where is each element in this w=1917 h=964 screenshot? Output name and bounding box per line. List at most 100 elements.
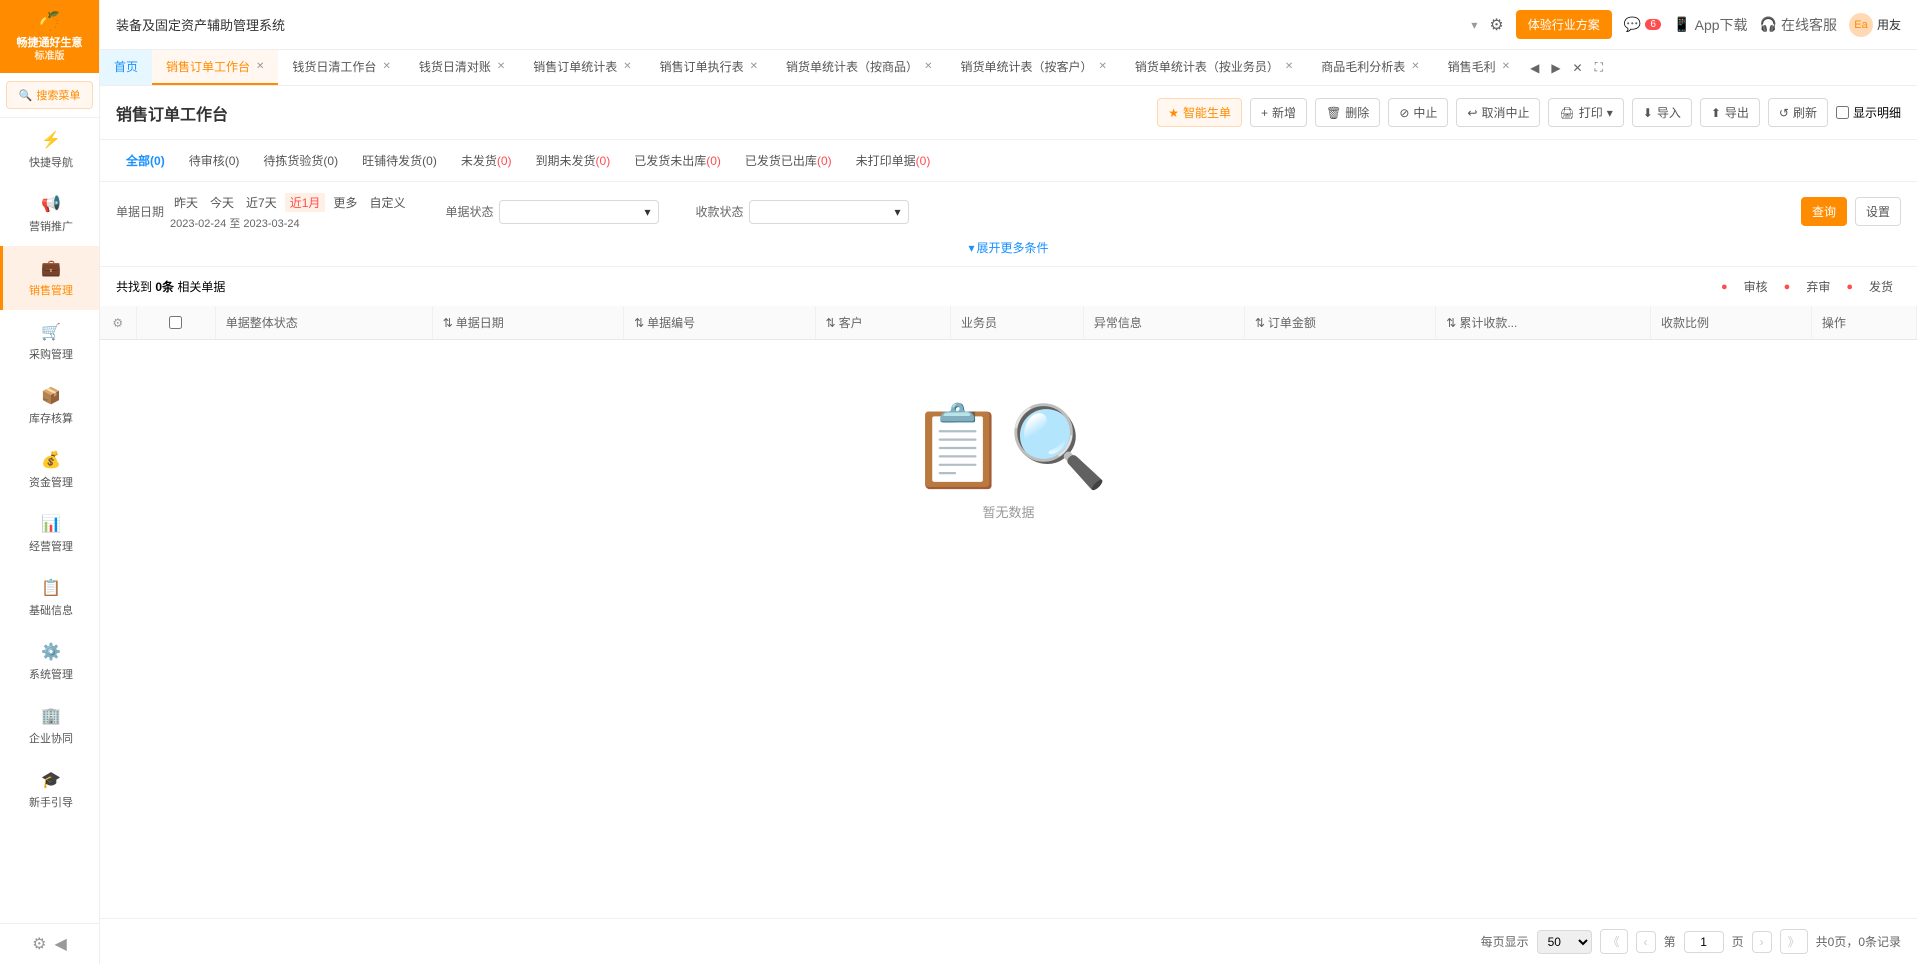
show-detail-checkbox-label[interactable]: 显示明细 xyxy=(1836,104,1901,121)
pause-button[interactable]: ⊘ 中止 xyxy=(1388,98,1448,127)
tab-sales-exec[interactable]: 销售订单执行表 ✕ xyxy=(646,50,772,85)
date-option-today[interactable]: 今天 xyxy=(206,192,238,213)
topbar: 装备及固定资产辅助管理系统 ▾ ⚙ 体验行业方案 💬 6 📱 App下载 🎧 在… xyxy=(100,0,1917,50)
add-button[interactable]: + 新增 xyxy=(1250,98,1307,127)
topbar-settings-icon[interactable]: ⚙ xyxy=(1489,15,1503,35)
page-first-button[interactable]: 《 xyxy=(1600,929,1628,954)
export-button[interactable]: ⬆ 导出 xyxy=(1700,98,1760,127)
sort-date-icon: ⇅ xyxy=(443,316,453,330)
review-action-button[interactable]: 审核 xyxy=(1736,275,1776,298)
filter-tab-shipped-out[interactable]: 已发货已出库(0) xyxy=(735,148,842,173)
filter-tab-wangpu[interactable]: 旺铺待发货(0) xyxy=(352,148,447,173)
status-select[interactable]: ▾ xyxy=(499,200,659,224)
app-download-button[interactable]: 📱 App下载 xyxy=(1673,15,1747,35)
select-all-checkbox[interactable] xyxy=(169,316,182,329)
page-number-input[interactable] xyxy=(1684,931,1724,953)
close-tab-sales-summary-staff[interactable]: ✕ xyxy=(1285,61,1293,72)
tab-sales-summary-customer[interactable]: 销货单统计表（按客户） ✕ xyxy=(946,50,1120,85)
tab-home[interactable]: 首页 xyxy=(100,50,152,85)
sidebar-item-sales[interactable]: 💼 销售管理 xyxy=(0,246,99,310)
delete-button[interactable]: 🗑 删除 xyxy=(1315,98,1380,127)
date-option-more[interactable]: 更多 xyxy=(329,192,361,213)
cancel-review-action-button[interactable]: 弃审 xyxy=(1798,275,1838,298)
industry-solution-button[interactable]: 体验行业方案 xyxy=(1516,10,1612,39)
sort-amount[interactable]: ⇅ 订单金额 xyxy=(1255,314,1425,331)
close-tab-gross-profit[interactable]: ✕ xyxy=(1411,61,1419,72)
search-menu-button[interactable]: 🔍 搜索菜单 xyxy=(6,81,93,109)
tab-nav-prev[interactable]: ◀ xyxy=(1524,57,1545,79)
settings-filter-button[interactable]: 设置 xyxy=(1855,197,1901,226)
close-tab-sales-summary-customer[interactable]: ✕ xyxy=(1098,61,1106,72)
tab-gross-profit[interactable]: 商品毛利分析表 ✕ xyxy=(1307,50,1433,85)
tab-sales-gross[interactable]: 销售毛利 ✕ xyxy=(1434,50,1524,85)
date-option-yesterday[interactable]: 昨天 xyxy=(170,192,202,213)
sidebar-item-purchase[interactable]: 🛒 采购管理 xyxy=(0,310,99,374)
filter-tab-pending-inspect[interactable]: 待拣货验货(0) xyxy=(253,148,348,173)
close-tab-sales-stats[interactable]: ✕ xyxy=(623,61,631,72)
tab-close-all[interactable]: ✕ xyxy=(1567,57,1589,79)
tab-cash-reconcile[interactable]: 钱货日清对账 ✕ xyxy=(405,50,519,85)
filter-tab-shipped-not-out[interactable]: 已发货未出库(0) xyxy=(624,148,731,173)
page-prev-button[interactable]: ‹ xyxy=(1636,931,1656,953)
import-icon: ⬇ xyxy=(1643,106,1653,120)
tab-nav-next[interactable]: ▶ xyxy=(1545,57,1566,79)
cancel-pause-button[interactable]: ↩ 取消中止 xyxy=(1456,98,1540,127)
tab-sales-workbench[interactable]: 销售订单工作台 ✕ xyxy=(152,50,278,85)
expand-conditions-button[interactable]: ▾ 展开更多条件 xyxy=(968,239,1048,256)
sidebar-item-quick-nav[interactable]: ⚡ 快捷导航 xyxy=(0,118,99,182)
close-tab-cash-reconcile[interactable]: ✕ xyxy=(497,61,505,72)
sidebar-item-operations[interactable]: 📊 经营管理 xyxy=(0,502,99,566)
sidebar-item-system[interactable]: ⚙️ 系统管理 xyxy=(0,630,99,694)
col-received: ⇅ 累计收款... xyxy=(1436,306,1651,340)
smart-create-button[interactable]: ★ 智能生单 xyxy=(1157,98,1242,127)
sidebar-item-marketing[interactable]: 📢 营销推广 xyxy=(0,182,99,246)
export-icon: ⬆ xyxy=(1711,106,1721,120)
close-tab-sales-workbench[interactable]: ✕ xyxy=(256,61,264,72)
import-button[interactable]: ⬇ 导入 xyxy=(1632,98,1692,127)
sidebar-logo: 🍊 畅捷通好生意 标准版 xyxy=(0,0,99,73)
tab-sales-summary-staff[interactable]: 销货单统计表（按业务员） ✕ xyxy=(1121,50,1307,85)
sort-date[interactable]: ⇅ 单据日期 xyxy=(443,314,613,331)
sidebar-item-guide[interactable]: 🎓 新手引导 xyxy=(0,758,99,822)
ship-action-button[interactable]: 发货 xyxy=(1861,275,1901,298)
show-detail-checkbox[interactable] xyxy=(1836,106,1849,119)
query-button[interactable]: 查询 xyxy=(1801,197,1847,226)
tab-sales-stats[interactable]: 销售订单统计表 ✕ xyxy=(519,50,645,85)
message-button[interactable]: 💬 6 xyxy=(1624,16,1661,33)
sidebar-item-finance[interactable]: 💰 资金管理 xyxy=(0,438,99,502)
filter-tab-pending-review[interactable]: 待审核(0) xyxy=(179,148,250,173)
close-tab-sales-exec[interactable]: ✕ xyxy=(750,61,758,72)
print-button[interactable]: 🖨 打印 ▾ xyxy=(1548,98,1623,127)
sidebar-item-basic[interactable]: 📋 基础信息 xyxy=(0,566,99,630)
page-last-button[interactable]: 》 xyxy=(1780,929,1808,954)
column-settings-icon[interactable]: ⚙ xyxy=(112,316,123,330)
close-tab-sales-summary-product[interactable]: ✕ xyxy=(924,61,932,72)
sort-number[interactable]: ⇅ 单据编号 xyxy=(634,314,804,331)
user-menu[interactable]: Ea 用友 xyxy=(1849,13,1901,37)
sidebar-item-enterprise[interactable]: 🏢 企业协同 xyxy=(0,694,99,758)
filter-tab-expired-not-shipped[interactable]: 到期未发货(0) xyxy=(526,148,621,173)
refresh-button[interactable]: ↺ 刷新 xyxy=(1768,98,1828,127)
online-service-button[interactable]: 🎧 在线客服 xyxy=(1760,15,1837,35)
date-option-1month[interactable]: 近1月 xyxy=(285,193,326,212)
sort-customer-icon: ⇅ xyxy=(826,316,836,330)
sort-received[interactable]: ⇅ 累计收款... xyxy=(1446,314,1640,331)
plus-icon: + xyxy=(1261,106,1268,120)
tab-maximize[interactable]: ⛶ xyxy=(1589,56,1609,79)
collapse-icon[interactable]: ◀ xyxy=(55,934,67,954)
date-option-7days[interactable]: 近7天 xyxy=(242,192,281,213)
filter-tab-not-shipped[interactable]: 未发货(0) xyxy=(451,148,522,173)
payment-select[interactable]: ▾ xyxy=(749,200,909,224)
sidebar-item-inventory[interactable]: 📦 库存核算 xyxy=(0,374,99,438)
sort-customer[interactable]: ⇅ 客户 xyxy=(826,314,940,331)
tab-sales-summary-product[interactable]: 销货单统计表（按商品） ✕ xyxy=(772,50,946,85)
date-option-custom[interactable]: 自定义 xyxy=(365,192,409,213)
page-next-button[interactable]: › xyxy=(1752,931,1772,953)
tab-cash-daily[interactable]: 钱货日清工作台 ✕ xyxy=(278,50,404,85)
close-tab-sales-gross[interactable]: ✕ xyxy=(1502,61,1510,72)
filter-tab-not-printed[interactable]: 未打印单据(0) xyxy=(846,148,941,173)
settings-bottom-icon[interactable]: ⚙ xyxy=(32,934,46,954)
filter-tab-all[interactable]: 全部(0) xyxy=(116,148,175,173)
page-size-select[interactable]: 50 10 20 100 xyxy=(1537,930,1592,954)
close-tab-cash-daily[interactable]: ✕ xyxy=(382,61,390,72)
